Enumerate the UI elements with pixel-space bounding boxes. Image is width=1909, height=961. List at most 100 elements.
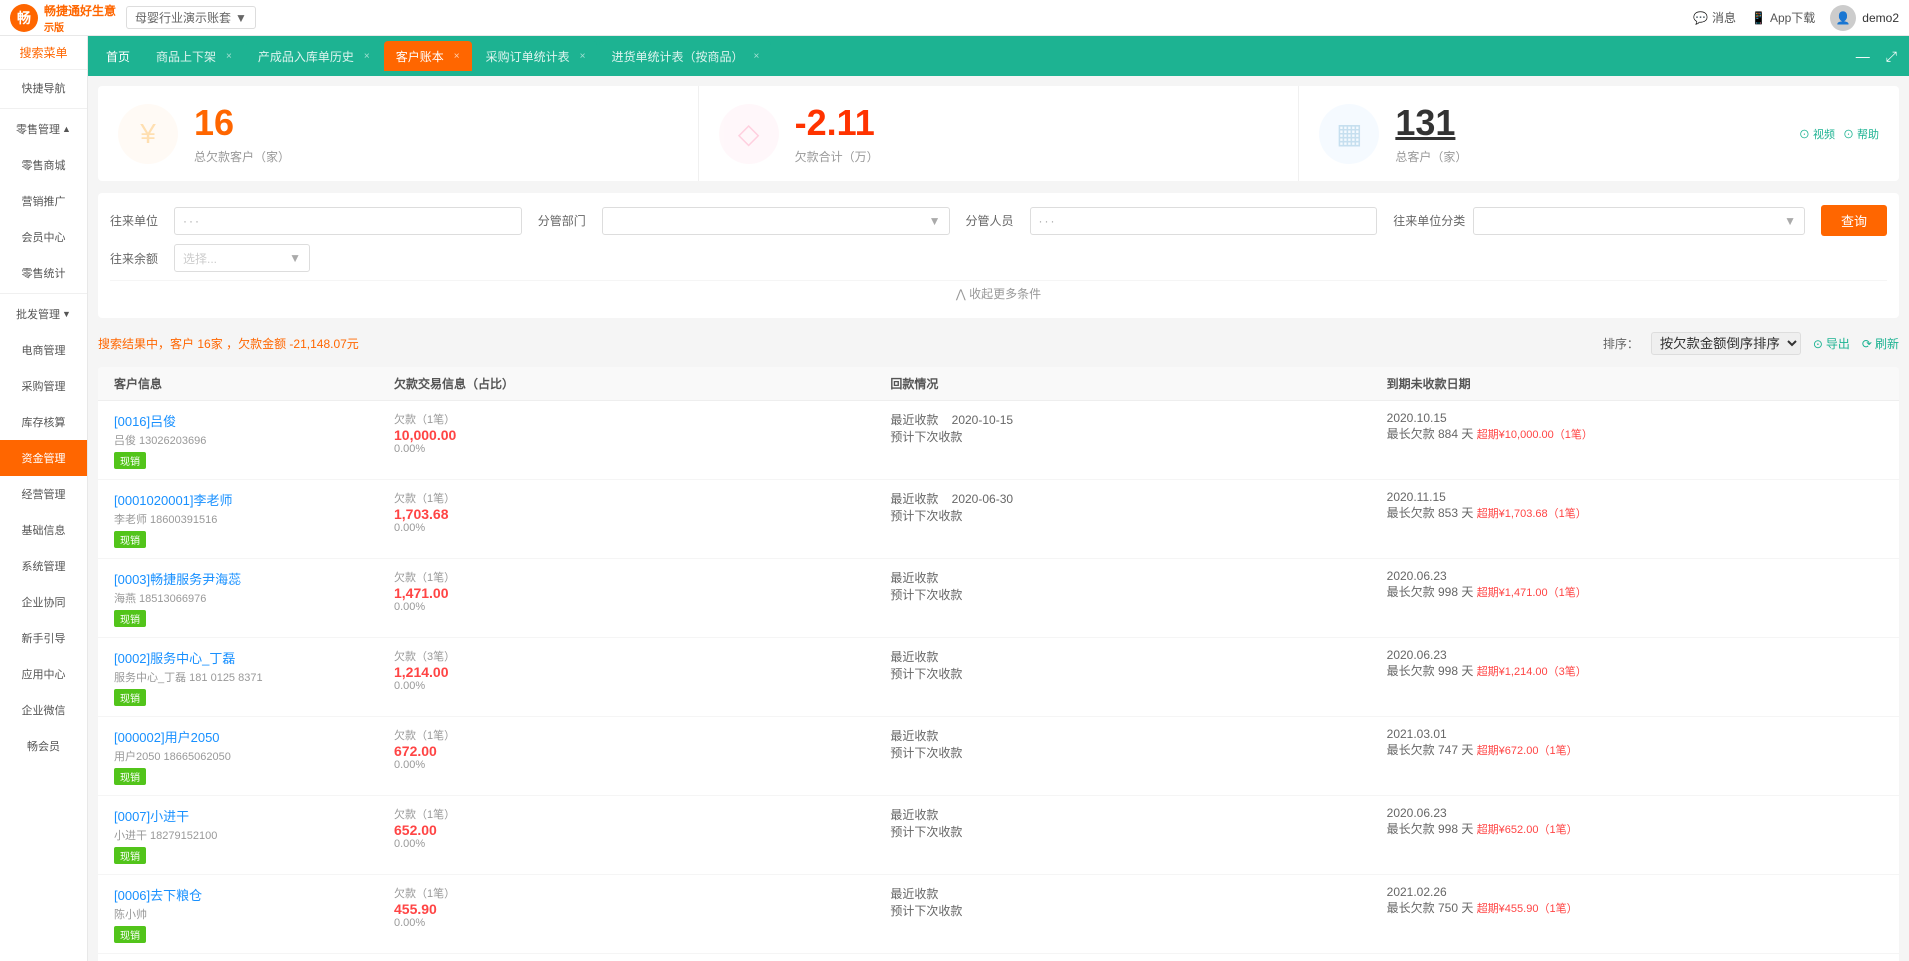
minimize-btn[interactable]: — xyxy=(1850,46,1876,67)
sidebar-item-operation[interactable]: 经营管理 xyxy=(0,476,87,512)
user-menu[interactable]: 👤 demo2 xyxy=(1830,5,1899,31)
overdue-link[interactable]: 超期¥1,703.68（1笔） xyxy=(1477,508,1587,520)
sidebar-item-wechat[interactable]: 企业微信 xyxy=(0,692,87,728)
industry-select[interactable]: 母婴行业演示账套 ▼ xyxy=(126,6,256,29)
unit-category-input[interactable]: ▼ xyxy=(1473,207,1805,235)
tab-production-history[interactable]: 产成品入库单历史 × xyxy=(246,41,382,71)
logo-icon: 畅 xyxy=(10,4,38,32)
sidebar-item-guide[interactable]: 新手引导 xyxy=(0,620,87,656)
due-info: 2020.06.23 最长欠款 998 天 超期¥1,214.00（3笔） xyxy=(1387,648,1883,679)
sidebar-item-appstore[interactable]: 应用中心 xyxy=(0,656,87,692)
sidebar-item-basic[interactable]: 基础信息 xyxy=(0,512,87,548)
overdue-link[interactable]: 超期¥455.90（1笔） xyxy=(1477,903,1578,915)
customer-info: [000002]用户2050 用户2050 18665062050 现销 xyxy=(114,727,394,785)
branch-person-input[interactable]: ··· xyxy=(1030,207,1378,235)
sidebar-item-system[interactable]: 系统管理 xyxy=(0,548,87,584)
app-sub: 示版 xyxy=(44,19,116,34)
video-btn[interactable]: ⊙ 视频 xyxy=(1799,126,1835,142)
top-bar-right: 💬 消息 📱 App下载 👤 demo2 xyxy=(1693,5,1899,31)
table-row: [0007]小进干 小进干 18279152100 现销 欠款（1笔） 652.… xyxy=(98,796,1899,875)
branch-dept-input[interactable]: ▼ xyxy=(602,207,950,235)
results-text: 搜索结果中，客户 16家 ，欠款金额 -21,148.07元 xyxy=(98,335,359,352)
collapse-btn[interactable]: ⋀ 收起更多条件 xyxy=(110,280,1887,306)
results-sep: ，欠款金额 xyxy=(226,337,286,351)
customer-name[interactable]: [0006]去下粮仓 xyxy=(114,885,394,904)
customer-name[interactable]: [0016]吕俊 xyxy=(114,411,394,430)
message-icon: 💬 xyxy=(1693,11,1708,25)
customer-sub: 海燕 18513066976 xyxy=(114,590,394,606)
from-unit-input[interactable]: ··· xyxy=(174,207,522,235)
sidebar-item-batch-mgmt[interactable]: 批发管理 ▼ xyxy=(0,296,87,332)
stat-info-total-customers: 131 总客户（家） xyxy=(1395,102,1467,165)
customer-name[interactable]: [0002]服务中心_丁磊 xyxy=(114,648,394,667)
sidebar-item-ecommerce[interactable]: 电商管理 xyxy=(0,332,87,368)
due-info: 2020.10.15 最长欠款 884 天 超期¥10,000.00（1笔） xyxy=(1387,411,1883,442)
refresh-btn[interactable]: ⟳ 刷新 xyxy=(1862,335,1899,352)
branch-dept-label: 分管部门 xyxy=(538,212,594,229)
sort-select[interactable]: 按欠款金额倒序排序 xyxy=(1651,332,1801,355)
customer-info: [0001020001]李老师 李老师 18600391516 现销 xyxy=(114,490,394,548)
close-icon[interactable]: × xyxy=(226,51,232,62)
sidebar-item-member[interactable]: 会员中心 xyxy=(0,219,87,255)
debt-customer-icon: ¥ xyxy=(118,104,178,164)
due-info: 2021.02.26 最长欠款 750 天 超期¥455.90（1笔） xyxy=(1387,885,1883,916)
sidebar-item-retail-mgmt[interactable]: 零售管理 ▲ xyxy=(0,111,87,147)
help-btn[interactable]: ⊙ 帮助 xyxy=(1843,126,1879,142)
sidebar-search[interactable]: 搜索菜单 xyxy=(0,36,87,70)
table-row: [000001]黄思源 黄思源 13552700226 现销 欠款（1笔） 42… xyxy=(98,954,1899,961)
due-info: 2021.03.01 最长欠款 747 天 超期¥672.00（1笔） xyxy=(1387,727,1883,758)
app-download-btn[interactable]: 📱 App下载 xyxy=(1751,9,1815,26)
query-button[interactable]: 查询 xyxy=(1821,205,1887,236)
industry-label: 母婴行业演示账套 xyxy=(135,9,231,26)
refresh-label: 刷新 xyxy=(1875,335,1899,352)
balance-input[interactable]: 选择... ▼ xyxy=(174,244,310,272)
mobile-icon: 📱 xyxy=(1751,11,1766,25)
customer-name[interactable]: [000002]用户2050 xyxy=(114,727,394,746)
close-icon[interactable]: × xyxy=(753,51,759,62)
customer-tag: 现销 xyxy=(114,689,146,706)
payment-info: 最近收款 2020-10-15 预计下次收款 xyxy=(890,411,1386,445)
maximize-btn[interactable]: ⤢ xyxy=(1880,46,1903,67)
customer-name[interactable]: [0001020001]李老师 xyxy=(114,490,394,509)
customer-name[interactable]: [0003]畅捷服务尹海蕊 xyxy=(114,569,394,588)
sidebar-item-inventory[interactable]: 库存核算 xyxy=(0,404,87,440)
overdue-link[interactable]: 超期¥1,214.00（3笔） xyxy=(1477,666,1587,678)
sidebar-item-purchase[interactable]: 采购管理 xyxy=(0,368,87,404)
overdue-link[interactable]: 超期¥652.00（1笔） xyxy=(1477,824,1578,836)
sidebar-item-enterprise[interactable]: 企业协同 xyxy=(0,584,87,620)
overdue-link[interactable]: 超期¥1,471.00（1笔） xyxy=(1477,587,1587,599)
tab-purchase-stats[interactable]: 采购订单统计表 × xyxy=(474,41,598,71)
table-row: [0016]吕俊 吕俊 13026203696 现销 欠款（1笔） 10,000… xyxy=(98,401,1899,480)
tab-bar-actions: — ⤢ xyxy=(1850,46,1903,67)
overdue-link[interactable]: 超期¥672.00（1笔） xyxy=(1477,745,1578,757)
total-customers-label: 总客户（家） xyxy=(1395,148,1467,165)
sidebar-item-retail-mall[interactable]: 零售商城 xyxy=(0,147,87,183)
col-customer: 客户信息 xyxy=(114,375,394,392)
customer-sub: 陈小帅 xyxy=(114,906,394,922)
customer-name[interactable]: [0007]小进干 xyxy=(114,806,394,825)
debt-info: 欠款（1笔） 1,703.68 0.00% xyxy=(394,490,890,534)
tab-customer-account[interactable]: 客户账本 × xyxy=(384,41,472,71)
col-debt: 欠款交易信息（占比） xyxy=(394,375,890,392)
logo-area: 畅 畅捷通好生意 示版 xyxy=(10,2,116,34)
app-name: 畅捷通好生意 xyxy=(44,2,116,19)
message-btn[interactable]: 💬 消息 xyxy=(1693,9,1736,26)
close-icon[interactable]: × xyxy=(364,51,370,62)
close-icon[interactable]: × xyxy=(454,51,460,62)
sidebar-item-marketing[interactable]: 营销推广 xyxy=(0,183,87,219)
tab-product-onoff[interactable]: 商品上下架 × xyxy=(144,41,244,71)
sidebar-item-retail-stats[interactable]: 零售统计 xyxy=(0,255,87,291)
sidebar-item-finance[interactable]: 资金管理 xyxy=(0,440,87,476)
overdue-link[interactable]: 超期¥10,000.00（1笔） xyxy=(1477,429,1593,441)
tab-purchase-stats-product[interactable]: 进货单统计表（按商品） × xyxy=(599,41,771,71)
close-icon[interactable]: × xyxy=(580,51,586,62)
debt-amount-value: -2.11 xyxy=(795,102,879,144)
sidebar-item-quick-nav[interactable]: 快捷导航 xyxy=(0,70,87,106)
export-btn[interactable]: ⊙ 导出 xyxy=(1813,335,1850,352)
tab-home[interactable]: 首页 xyxy=(94,41,142,71)
col-payment: 回款情况 xyxy=(890,375,1386,392)
sidebar-item-member2[interactable]: 畅会员 xyxy=(0,728,87,764)
filter-branch-person: 分管人员 ··· xyxy=(966,207,1378,235)
filter-from-unit: 往来单位 ··· xyxy=(110,207,522,235)
refresh-icon: ⟳ xyxy=(1862,337,1872,351)
